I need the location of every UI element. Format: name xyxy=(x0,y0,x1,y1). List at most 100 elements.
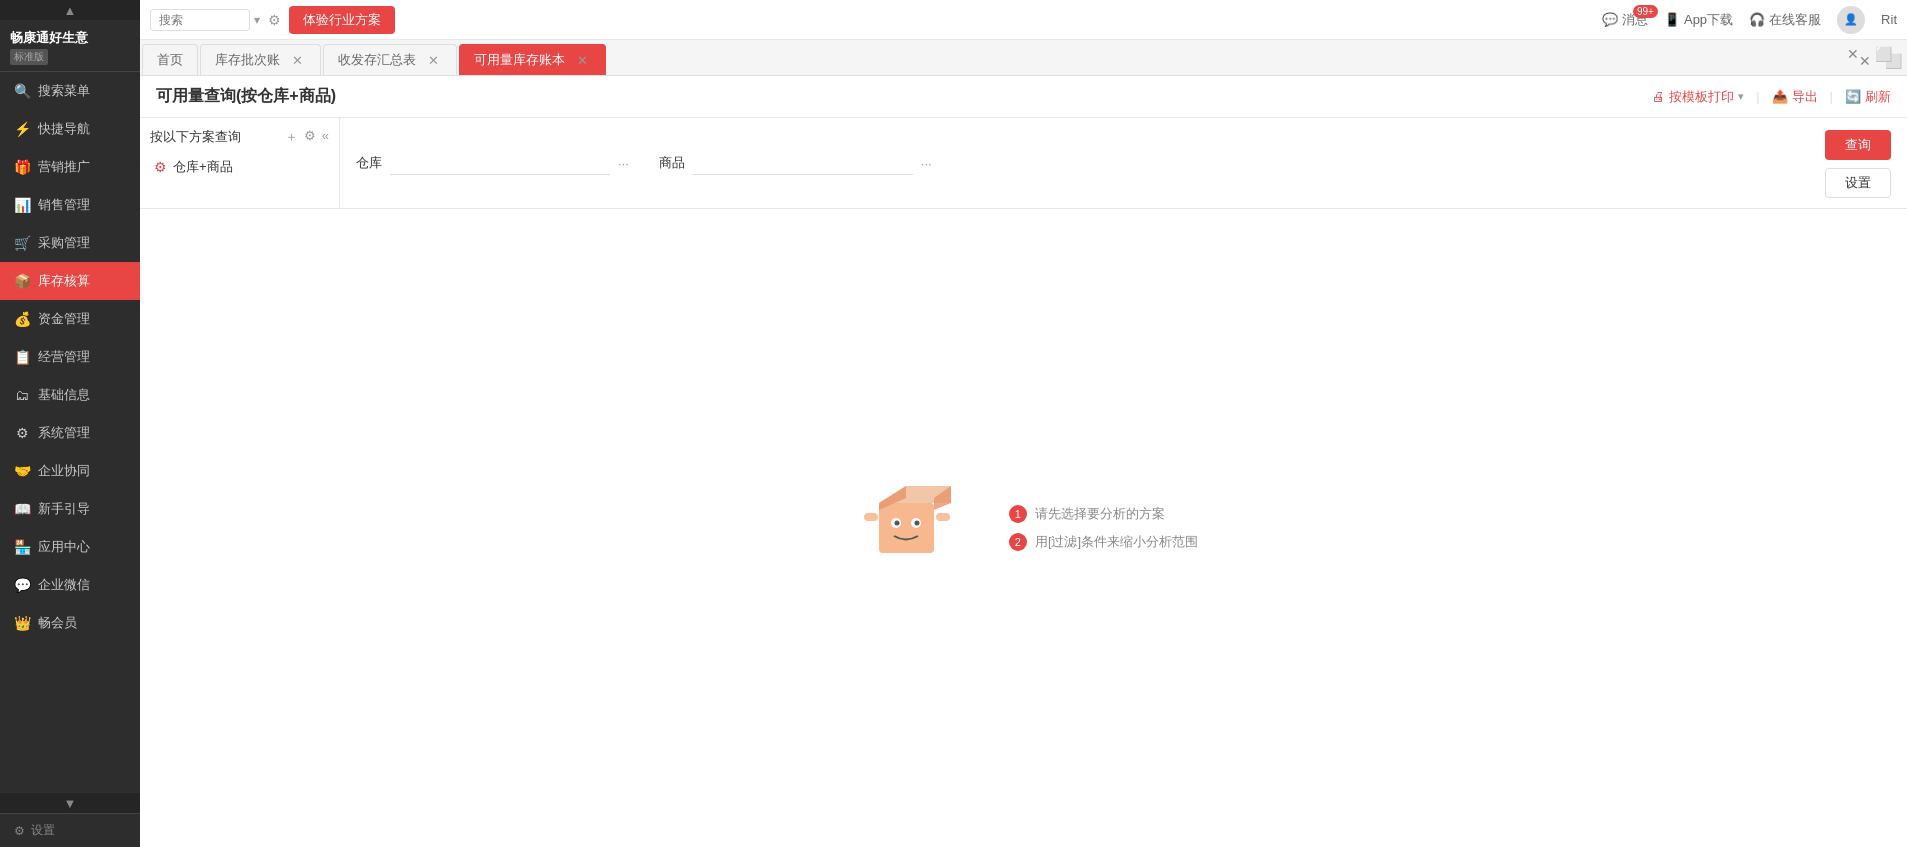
filter-settings-button[interactable]: 设置 xyxy=(1825,168,1891,198)
step-2-number: 2 xyxy=(1009,533,1027,551)
sidebar-item-system[interactable]: ⚙ 系统管理 xyxy=(0,414,140,452)
step-1-text: 请先选择要分析的方案 xyxy=(1035,505,1165,523)
sidebar-item-sales[interactable]: 📊销售管理 xyxy=(0,186,140,224)
appstore-icon: 🏪 xyxy=(14,539,30,555)
tab-close-batch[interactable]: ✕ xyxy=(288,51,306,69)
warehouse-input[interactable] xyxy=(390,151,610,175)
industry-solution-button[interactable]: 体验行业方案 xyxy=(289,6,395,34)
sidebar-item-label-sales: 销售管理 xyxy=(38,196,90,214)
sidebar-item-operation[interactable]: 📋经营管理 xyxy=(0,338,140,376)
online-service-button[interactable]: 🎧 在线客服 xyxy=(1749,11,1821,29)
print-chevron-icon[interactable]: ▾ xyxy=(1738,90,1744,103)
export-icon: 📤 xyxy=(1772,89,1788,104)
newbie-icon: 📖 xyxy=(14,501,30,517)
finance-icon: 💰 xyxy=(14,311,30,327)
print-icon: 🖨 xyxy=(1652,89,1665,104)
sidebar-scroll-down[interactable]: ▼ xyxy=(0,793,140,813)
message-button[interactable]: 💬 消息 99+ xyxy=(1602,11,1648,29)
scheme-add-icon[interactable]: ＋ xyxy=(285,128,298,146)
sidebar-item-wechat[interactable]: 💬企业微信 xyxy=(0,566,140,604)
tab-label-home: 首页 xyxy=(157,51,183,69)
app-download-button[interactable]: 📱 App下载 xyxy=(1664,11,1733,29)
filter-field-product: 商品 ··· xyxy=(659,151,932,175)
export-button[interactable]: 📤 导出 xyxy=(1772,88,1818,106)
svg-point-6 xyxy=(894,521,899,526)
tab-close-summary[interactable]: ✕ xyxy=(424,51,442,69)
illustration-wrap: 1 请先选择要分析的方案 2 用[过滤]条件来缩小分析范围 xyxy=(849,458,1198,598)
filter-fields: 仓库 ··· 商品 ··· xyxy=(340,118,1825,208)
tab-label-available: 可用量库存账本 xyxy=(474,51,565,69)
sidebar-item-label-wechat: 企业微信 xyxy=(38,576,90,594)
svg-point-7 xyxy=(914,521,919,526)
sidebar-item-vip[interactable]: 👑畅会员 xyxy=(0,604,140,642)
message-badge: 99+ xyxy=(1633,5,1658,18)
svg-rect-9 xyxy=(936,513,950,521)
sidebar-item-label-appstore: 应用中心 xyxy=(38,538,90,556)
product-input[interactable] xyxy=(693,151,913,175)
sidebar-item-purchase[interactable]: 🛒采购管理 xyxy=(0,224,140,262)
sidebar-item-appstore[interactable]: 🏪 应用中心 xyxy=(0,528,140,566)
sidebar-item-shortcut[interactable]: ⚡快捷导航 xyxy=(0,110,140,148)
sidebar-item-marketing[interactable]: 🎁营销推广 xyxy=(0,148,140,186)
sidebar-item-label-vip: 畅会员 xyxy=(38,614,77,632)
search-input[interactable] xyxy=(150,9,250,31)
tab-close-available[interactable]: ✕ xyxy=(573,51,591,69)
empty-step-1: 1 请先选择要分析的方案 xyxy=(1009,505,1198,523)
maximize-window-button[interactable]: ⬜ xyxy=(1869,40,1897,68)
tab-batch[interactable]: 库存批次账✕ xyxy=(200,44,321,75)
sidebar-item-finance[interactable]: 💰资金管理 xyxy=(0,300,140,338)
sidebar-item-inventory[interactable]: 📦库存核算 xyxy=(0,262,140,300)
search-icon: 🔍 xyxy=(14,83,30,99)
print-button[interactable]: 🖨 按模板打印 ▾ xyxy=(1652,88,1744,106)
scheme-collapse-icon[interactable]: « xyxy=(322,128,329,146)
separator-2: | xyxy=(1830,89,1833,104)
service-label: 在线客服 xyxy=(1769,11,1821,29)
sidebar-item-search[interactable]: 🔍 搜索菜单 xyxy=(0,72,140,110)
close-window-button[interactable]: ✕ xyxy=(1839,40,1867,68)
topbar-gear-icon[interactable]: ⚙ xyxy=(268,12,281,28)
scheme-header: 按以下方案查询 ＋ ⚙ « xyxy=(140,128,339,152)
tab-available[interactable]: 可用量库存账本 ✕ xyxy=(459,44,606,75)
avatar: 👤 xyxy=(1837,6,1865,34)
topbar-search-area: ▾ xyxy=(150,9,260,31)
topbar: ▾ ⚙ 体验行业方案 💬 消息 99+ 📱 App下载 🎧 在线客服 👤 Rit xyxy=(140,0,1907,40)
sidebar-item-label-search: 搜索菜单 xyxy=(38,82,90,100)
empty-step-2: 2 用[过滤]条件来缩小分析范围 xyxy=(1009,533,1198,551)
sidebar-settings-label: 设置 xyxy=(31,822,55,839)
print-label: 按模板打印 xyxy=(1669,88,1734,106)
empty-state: 1 请先选择要分析的方案 2 用[过滤]条件来缩小分析范围 xyxy=(140,209,1907,847)
sidebar-item-label-system: 系统管理 xyxy=(38,424,90,442)
sidebar-header: 畅康通好生意 标准版 xyxy=(0,20,140,72)
shortcut-icon: ⚡ xyxy=(14,121,30,137)
filter-right-buttons: 查询 设置 xyxy=(1825,118,1907,208)
system-icon: ⚙ xyxy=(14,425,30,441)
sidebar-scroll-up[interactable]: ▲ xyxy=(0,0,140,20)
scheme-item-icon: ⚙ xyxy=(154,159,167,175)
main-area: ▾ ⚙ 体验行业方案 💬 消息 99+ 📱 App下载 🎧 在线客服 👤 Rit… xyxy=(140,0,1907,847)
scheme-panel: 按以下方案查询 ＋ ⚙ « ⚙ 仓库+商品 xyxy=(140,118,340,208)
filter-field-warehouse: 仓库 ··· xyxy=(356,151,629,175)
service-icon: 🎧 xyxy=(1749,12,1765,27)
content-area: 可用量查询(按仓库+商品) 🖨 按模板打印 ▾ | 📤 导出 | 🔄 刷新 xyxy=(140,76,1907,847)
scheme-settings-icon[interactable]: ⚙ xyxy=(304,128,316,146)
empty-illustration xyxy=(849,458,969,578)
tab-home[interactable]: 首页 xyxy=(142,44,198,75)
settings-icon: ⚙ xyxy=(14,824,25,838)
sidebar-settings[interactable]: ⚙ 设置 xyxy=(0,813,140,847)
scheme-item-warehouse-product[interactable]: ⚙ 仓库+商品 xyxy=(140,152,339,182)
warehouse-more-icon[interactable]: ··· xyxy=(618,156,629,171)
topbar-right: 💬 消息 99+ 📱 App下载 🎧 在线客服 👤 Rit xyxy=(1602,6,1897,34)
export-label: 导出 xyxy=(1792,88,1818,106)
chevron-down-icon[interactable]: ▾ xyxy=(254,13,260,27)
empty-steps: 1 请先选择要分析的方案 2 用[过滤]条件来缩小分析范围 xyxy=(1009,505,1198,551)
svg-rect-0 xyxy=(879,503,934,553)
sidebar-item-newbie[interactable]: 📖新手引导 xyxy=(0,490,140,528)
sidebar-tag: 标准版 xyxy=(10,49,48,65)
sidebar-item-enterprise[interactable]: 🤝企业协同 xyxy=(0,452,140,490)
tab-summary[interactable]: 收发存汇总表✕ xyxy=(323,44,457,75)
sidebar-item-basic[interactable]: 🗂基础信息 xyxy=(0,376,140,414)
product-more-icon[interactable]: ··· xyxy=(921,156,932,171)
username-label[interactable]: Rit xyxy=(1881,12,1897,27)
refresh-button[interactable]: 🔄 刷新 xyxy=(1845,88,1891,106)
query-button[interactable]: 查询 xyxy=(1825,130,1891,160)
